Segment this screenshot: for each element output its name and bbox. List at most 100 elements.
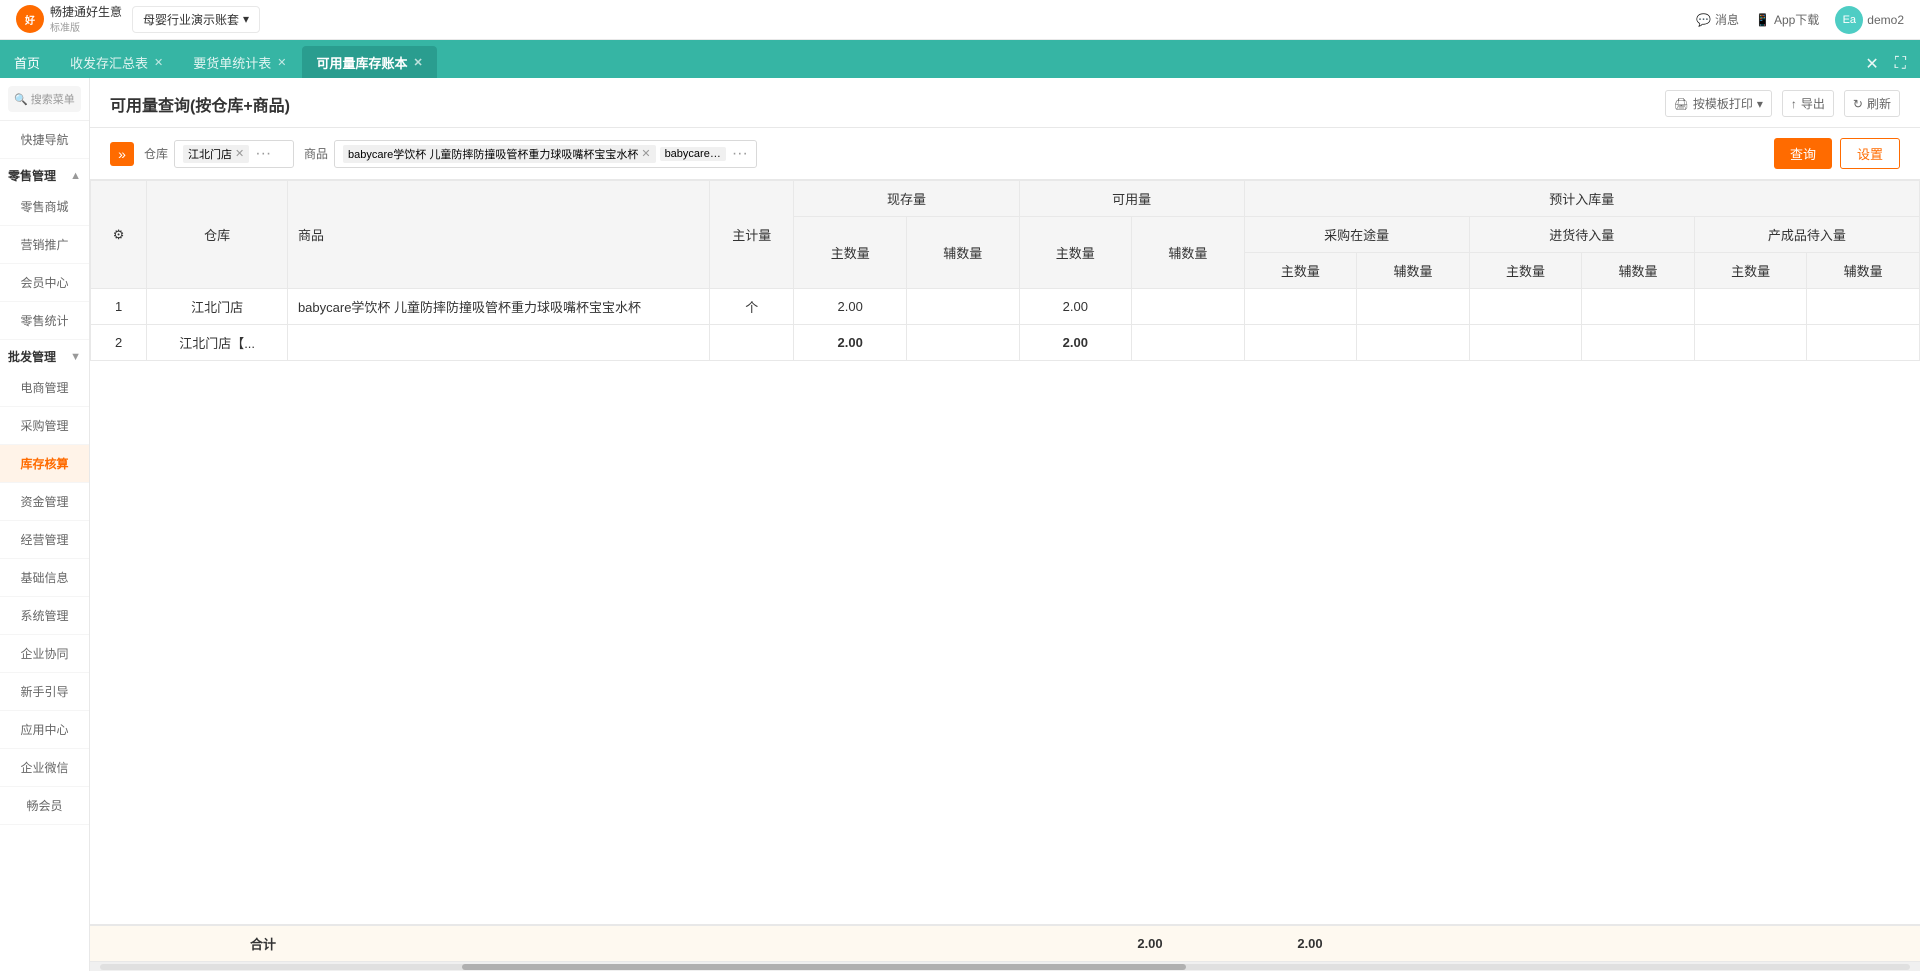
- basic-info-label: 基础信息: [20, 571, 68, 585]
- close-window-btn[interactable]: ✕: [1861, 50, 1882, 78]
- product-tag1-close[interactable]: ✕: [641, 147, 650, 160]
- logo-sub: 标准版: [50, 19, 122, 34]
- table-footer: 合计 2.00 2.00: [90, 924, 1920, 961]
- data-table: ⚙ 仓库 商品 主计量 现存量 可用量 预计入库量 主数量 辅数量 主数量 辅数…: [90, 180, 1920, 361]
- product-tag2-text: babycare…: [665, 148, 721, 160]
- warehouse-filter-label: 仓库: [144, 145, 168, 162]
- sidebar-item-finance[interactable]: 资金管理: [0, 483, 89, 521]
- industry-selector[interactable]: 母婴行业演示账套: [132, 6, 260, 33]
- print-btn[interactable]: 🖨 按模板打印: [1665, 90, 1772, 117]
- row2-purchase-sub: [1357, 325, 1470, 361]
- warehouse-more-icon[interactable]: ···: [255, 145, 271, 163]
- sidebar-item-member[interactable]: 会员中心: [0, 264, 89, 302]
- tab-available-close[interactable]: ✕: [414, 56, 423, 69]
- product-input[interactable]: babycare学饮杯 儿童防摔防撞吸管杯重力球吸嘴杯宝宝水杯 ✕ babyca…: [334, 140, 757, 168]
- row1-stock-sub: [906, 289, 1019, 325]
- logo-text: 畅捷通好生意: [50, 5, 122, 19]
- warehouse-input[interactable]: 江北门店 ✕ ···: [174, 140, 294, 168]
- sidebar-item-enterprise-wechat[interactable]: 企业微信: [0, 749, 89, 787]
- sidebar-item-marketing[interactable]: 营销推广: [0, 226, 89, 264]
- print-label: 按模板打印: [1693, 95, 1753, 112]
- th-production-main: 主数量: [1694, 253, 1807, 289]
- sidebar-item-retail-shop[interactable]: 零售商城: [0, 188, 89, 226]
- logo-text-area: 畅捷通好生意 标准版: [50, 5, 122, 34]
- tab-order[interactable]: 要货单统计表 ✕: [179, 46, 300, 78]
- row1-production-sub: [1807, 289, 1920, 325]
- sidebar-item-quick-nav[interactable]: 快捷导航: [0, 121, 89, 159]
- tab-home-label: 首页: [14, 53, 40, 72]
- row1-avail-main: 2.00: [1019, 289, 1132, 325]
- retail-shop-label: 零售商城: [20, 200, 68, 214]
- sidebar-item-operation[interactable]: 经营管理: [0, 521, 89, 559]
- app-center-label: 应用中心: [20, 723, 68, 737]
- user-area[interactable]: Ea demo2: [1835, 6, 1904, 34]
- chevron-down-icon: ▼: [70, 351, 81, 363]
- th-incoming-sub: 辅数量: [1582, 253, 1695, 289]
- sidebar-quick-nav-label: 快捷导航: [20, 133, 68, 147]
- sidebar-item-basic-info[interactable]: 基础信息: [0, 559, 89, 597]
- product-more-icon[interactable]: ···: [732, 145, 748, 163]
- sidebar-item-ecommerce[interactable]: 电商管理: [0, 369, 89, 407]
- industry-label: 母婴行业演示账套: [143, 11, 239, 28]
- export-btn[interactable]: ↑ 导出: [1782, 90, 1834, 117]
- app-download-btn[interactable]: 📱 App下载: [1755, 11, 1819, 28]
- marketing-label: 营销推广: [20, 238, 68, 252]
- tab-available[interactable]: 可用量库存账本 ✕: [302, 46, 436, 78]
- horizontal-scrollbar[interactable]: [90, 961, 1920, 971]
- sidebar-item-retail-mgmt[interactable]: 零售管理 ▲: [0, 159, 89, 188]
- sidebar-item-inventory[interactable]: 库存核算: [0, 445, 89, 483]
- product-filter-label: 商品: [304, 145, 328, 162]
- expand-btn[interactable]: ⛶: [1891, 51, 1910, 77]
- sidebar-item-enterprise[interactable]: 企业协同: [0, 635, 89, 673]
- query-btn[interactable]: 查询: [1774, 138, 1832, 169]
- row1-warehouse: 江北门店: [147, 289, 288, 325]
- tab-receive-close[interactable]: ✕: [154, 56, 163, 69]
- export-icon: ↑: [1791, 97, 1797, 111]
- row2-avail-sub: [1132, 325, 1245, 361]
- row2-production-sub: [1807, 325, 1920, 361]
- row1-incoming-sub: [1582, 289, 1695, 325]
- scroll-thumb[interactable]: [462, 964, 1186, 970]
- tab-home[interactable]: 首页: [0, 46, 54, 78]
- row1-avail-sub: [1132, 289, 1245, 325]
- tab-nav: 首页 收发存汇总表 ✕ 要货单统计表 ✕ 可用量库存账本 ✕ ✕ ⛶: [0, 40, 1920, 78]
- avatar-text: Ea: [1843, 14, 1856, 26]
- main-layout: 🔍 搜索菜单 快捷导航 零售管理 ▲ 零售商城 营销推广 会员中心 零售统计 批…: [0, 78, 1920, 971]
- tab-order-close[interactable]: ✕: [277, 56, 286, 69]
- row2-purchase-main: [1244, 325, 1357, 361]
- row2-unit: [710, 325, 794, 361]
- warehouse-tag-close[interactable]: ✕: [235, 147, 244, 160]
- row2-no: 2: [91, 325, 147, 361]
- row1-incoming-main: [1469, 289, 1582, 325]
- sidebar-item-purchase[interactable]: 采购管理: [0, 407, 89, 445]
- logo-icon: 好: [16, 5, 44, 33]
- search-input[interactable]: 🔍 搜索菜单: [8, 86, 81, 112]
- sidebar-item-app-center[interactable]: 应用中心: [0, 711, 89, 749]
- download-icon: 📱: [1755, 13, 1770, 27]
- chevron-down-icon: [243, 12, 249, 26]
- print-icon: 🖨: [1674, 97, 1689, 111]
- row2-stock-sub: [906, 325, 1019, 361]
- footer-label: 合计: [240, 934, 1050, 953]
- footer-stock-main: 2.00: [1110, 936, 1190, 951]
- settings-btn[interactable]: 设置: [1840, 138, 1900, 169]
- system-label: 系统管理: [20, 609, 68, 623]
- finance-label: 资金管理: [20, 495, 68, 509]
- print-chevron-icon: [1757, 97, 1763, 111]
- page-title: 可用量查询(按仓库+商品): [110, 92, 290, 116]
- th-available-group: 可用量: [1019, 181, 1244, 217]
- purchase-label: 采购管理: [20, 419, 68, 433]
- sidebar-item-retail-stats[interactable]: 零售统计: [0, 302, 89, 340]
- sidebar-item-vip[interactable]: 畅会员: [0, 787, 89, 825]
- sidebar-item-system[interactable]: 系统管理: [0, 597, 89, 635]
- th-stock-sub: 辅数量: [906, 217, 1019, 289]
- sidebar-item-newbie[interactable]: 新手引导: [0, 673, 89, 711]
- sidebar-item-wholesale-mgmt[interactable]: 批发管理 ▼: [0, 340, 89, 369]
- refresh-btn[interactable]: ↻ 刷新: [1844, 90, 1900, 117]
- th-settings-icon[interactable]: ⚙: [91, 181, 147, 289]
- filter-toggle-btn[interactable]: »: [110, 142, 134, 166]
- tab-receive[interactable]: 收发存汇总表 ✕: [56, 46, 177, 78]
- row1-production-main: [1694, 289, 1807, 325]
- message-btn[interactable]: 💬 消息: [1696, 11, 1739, 28]
- warehouse-tag-text: 江北门店: [188, 146, 232, 162]
